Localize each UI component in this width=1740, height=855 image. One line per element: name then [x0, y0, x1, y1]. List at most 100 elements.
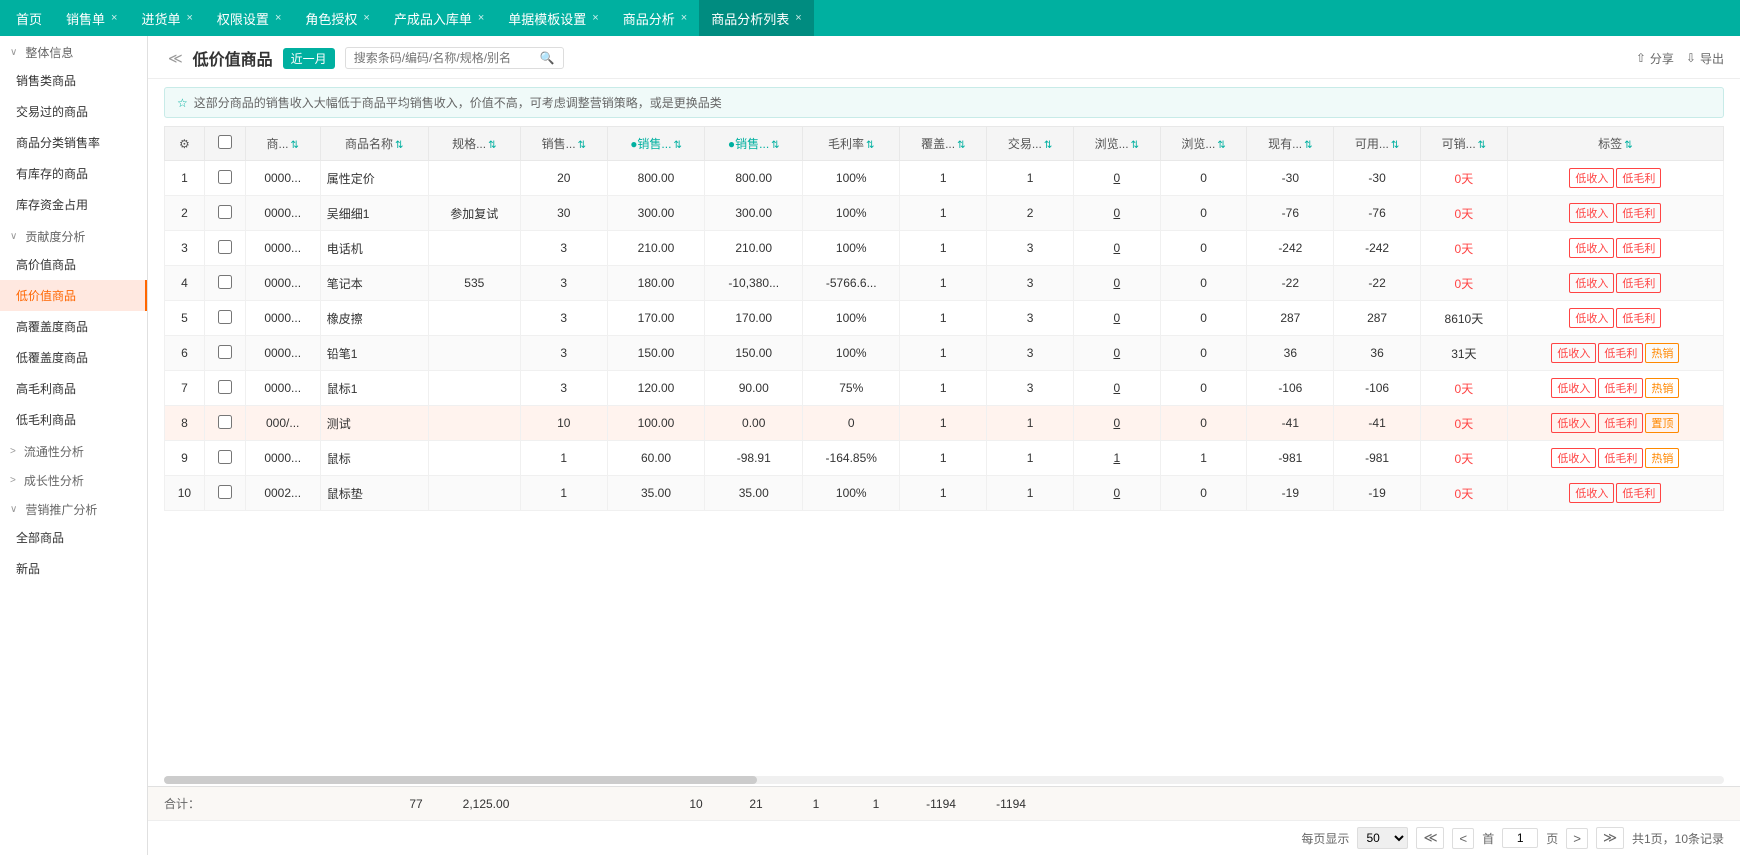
nav-sales-close[interactable]: ×	[111, 12, 117, 24]
cell-view1[interactable]: 0	[1073, 196, 1160, 231]
th-view1[interactable]: 浏览...⇅	[1073, 127, 1160, 161]
sidebar-item-stock-capital[interactable]: 库存资金占用	[0, 189, 147, 220]
cell-check[interactable]	[204, 441, 245, 476]
row-checkbox[interactable]	[218, 310, 232, 324]
row-checkbox[interactable]	[218, 415, 232, 429]
sidebar-item-sales-products[interactable]: 销售类商品	[0, 65, 147, 96]
cell-view1[interactable]: 1	[1073, 441, 1160, 476]
sidebar-item-low-margin[interactable]: 低毛利商品	[0, 404, 147, 435]
nav-home[interactable]: 首页	[4, 0, 54, 36]
search-icon[interactable]: 🔍	[540, 51, 555, 65]
sidebar-collapse-button[interactable]: ≪	[168, 50, 183, 67]
time-filter-badge[interactable]: 近一月	[283, 48, 335, 69]
view1-link[interactable]: 0	[1113, 241, 1120, 255]
th-margin[interactable]: 毛利率⇅	[803, 127, 900, 161]
share-button[interactable]: ⇧ 分享	[1636, 50, 1674, 67]
scroll-bar[interactable]	[164, 776, 1724, 784]
view1-link[interactable]: 0	[1113, 276, 1120, 290]
th-sales1[interactable]: 销售...⇅	[520, 127, 607, 161]
nav-product-analysis[interactable]: 商品分析 ×	[611, 0, 699, 36]
nav-product-analysis-list-close[interactable]: ×	[795, 12, 801, 24]
nav-product-stock-close[interactable]: ×	[478, 12, 484, 24]
th-stock3[interactable]: 可销...⇅	[1420, 127, 1507, 161]
export-button[interactable]: ⇩ 导出	[1686, 50, 1724, 67]
search-input[interactable]	[354, 51, 534, 65]
sidebar-item-low-coverage[interactable]: 低覆盖度商品	[0, 342, 147, 373]
sidebar-item-high-value[interactable]: 高价值商品	[0, 249, 147, 280]
nav-role-close[interactable]: ×	[363, 12, 369, 24]
th-cover[interactable]: 覆盖...⇅	[900, 127, 987, 161]
nav-permission[interactable]: 权限设置 ×	[205, 0, 293, 36]
view1-link[interactable]: 0	[1113, 486, 1120, 500]
nav-product-stock[interactable]: 产成品入库单 ×	[382, 0, 496, 36]
th-view2[interactable]: 浏览...⇅	[1160, 127, 1247, 161]
cell-view1[interactable]: 0	[1073, 301, 1160, 336]
th-check[interactable]	[204, 127, 245, 161]
sidebar-item-new-products[interactable]: 新品	[0, 553, 147, 584]
sidebar-item-in-stock[interactable]: 有库存的商品	[0, 158, 147, 189]
cell-check[interactable]	[204, 231, 245, 266]
sidebar-item-traded-products[interactable]: 交易过的商品	[0, 96, 147, 127]
row-checkbox[interactable]	[218, 345, 232, 359]
cell-check[interactable]	[204, 476, 245, 511]
nav-purchase-close[interactable]: ×	[186, 12, 192, 24]
th-gear[interactable]: ⚙	[165, 127, 205, 161]
th-sales2[interactable]: ●销售...⇅	[607, 127, 705, 161]
row-checkbox[interactable]	[218, 205, 232, 219]
view1-link[interactable]: 0	[1113, 206, 1120, 220]
row-checkbox[interactable]	[218, 380, 232, 394]
page-number-input[interactable]	[1502, 828, 1538, 848]
cell-check[interactable]	[204, 301, 245, 336]
prev-page-button[interactable]: <	[1452, 828, 1474, 849]
cell-check[interactable]	[204, 161, 245, 196]
sidebar-item-low-value[interactable]: 低价值商品	[0, 280, 147, 311]
scroll-thumb[interactable]	[164, 776, 757, 784]
cell-check[interactable]	[204, 266, 245, 301]
nav-template[interactable]: 单据模板设置 ×	[496, 0, 610, 36]
cell-view1[interactable]: 0	[1073, 406, 1160, 441]
cell-check[interactable]	[204, 336, 245, 371]
last-page-button[interactable]: ≫	[1596, 827, 1624, 849]
next-page-button[interactable]: >	[1566, 828, 1588, 849]
th-code[interactable]: 商...⇅	[245, 127, 320, 161]
nav-purchase[interactable]: 进货单 ×	[129, 0, 204, 36]
view1-link[interactable]: 0	[1113, 381, 1120, 395]
per-page-select[interactable]: 50 100 200	[1357, 827, 1408, 849]
cell-check[interactable]	[204, 371, 245, 406]
row-checkbox[interactable]	[218, 240, 232, 254]
cell-view1[interactable]: 0	[1073, 266, 1160, 301]
nav-role[interactable]: 角色授权 ×	[293, 0, 381, 36]
nav-sales[interactable]: 销售单 ×	[54, 0, 129, 36]
th-trade[interactable]: 交易...⇅	[987, 127, 1074, 161]
th-stock2[interactable]: 可用...⇅	[1334, 127, 1421, 161]
view1-link[interactable]: 0	[1113, 171, 1120, 185]
cell-view1[interactable]: 0	[1073, 476, 1160, 511]
sidebar-item-high-margin[interactable]: 高毛利商品	[0, 373, 147, 404]
th-stock1[interactable]: 现有...⇅	[1247, 127, 1334, 161]
view1-link[interactable]: 0	[1113, 416, 1120, 430]
th-spec[interactable]: 规格...⇅	[428, 127, 520, 161]
row-checkbox[interactable]	[218, 275, 232, 289]
cell-view1[interactable]: 0	[1073, 371, 1160, 406]
cell-view1[interactable]: 0	[1073, 336, 1160, 371]
view1-link[interactable]: 1	[1113, 451, 1120, 465]
row-checkbox[interactable]	[218, 170, 232, 184]
nav-product-analysis-list[interactable]: 商品分析列表 ×	[699, 0, 813, 36]
view1-link[interactable]: 0	[1113, 311, 1120, 325]
th-sales3[interactable]: ●销售...⇅	[705, 127, 803, 161]
cell-check[interactable]	[204, 406, 245, 441]
th-name[interactable]: 商品名称⇅	[320, 127, 428, 161]
nav-product-analysis-close[interactable]: ×	[681, 12, 687, 24]
nav-permission-close[interactable]: ×	[275, 12, 281, 24]
nav-template-close[interactable]: ×	[592, 12, 598, 24]
sidebar-item-category-sales-rate[interactable]: 商品分类销售率	[0, 127, 147, 158]
first-page-button[interactable]: ≪	[1416, 827, 1444, 849]
cell-view1[interactable]: 0	[1073, 161, 1160, 196]
sidebar-item-high-coverage[interactable]: 高覆盖度商品	[0, 311, 147, 342]
gear-icon[interactable]: ⚙	[179, 137, 190, 151]
cell-view1[interactable]: 0	[1073, 231, 1160, 266]
view1-link[interactable]: 0	[1113, 346, 1120, 360]
cell-check[interactable]	[204, 196, 245, 231]
th-tags[interactable]: 标签⇅	[1507, 127, 1723, 161]
sidebar-item-all-products[interactable]: 全部商品	[0, 522, 147, 553]
